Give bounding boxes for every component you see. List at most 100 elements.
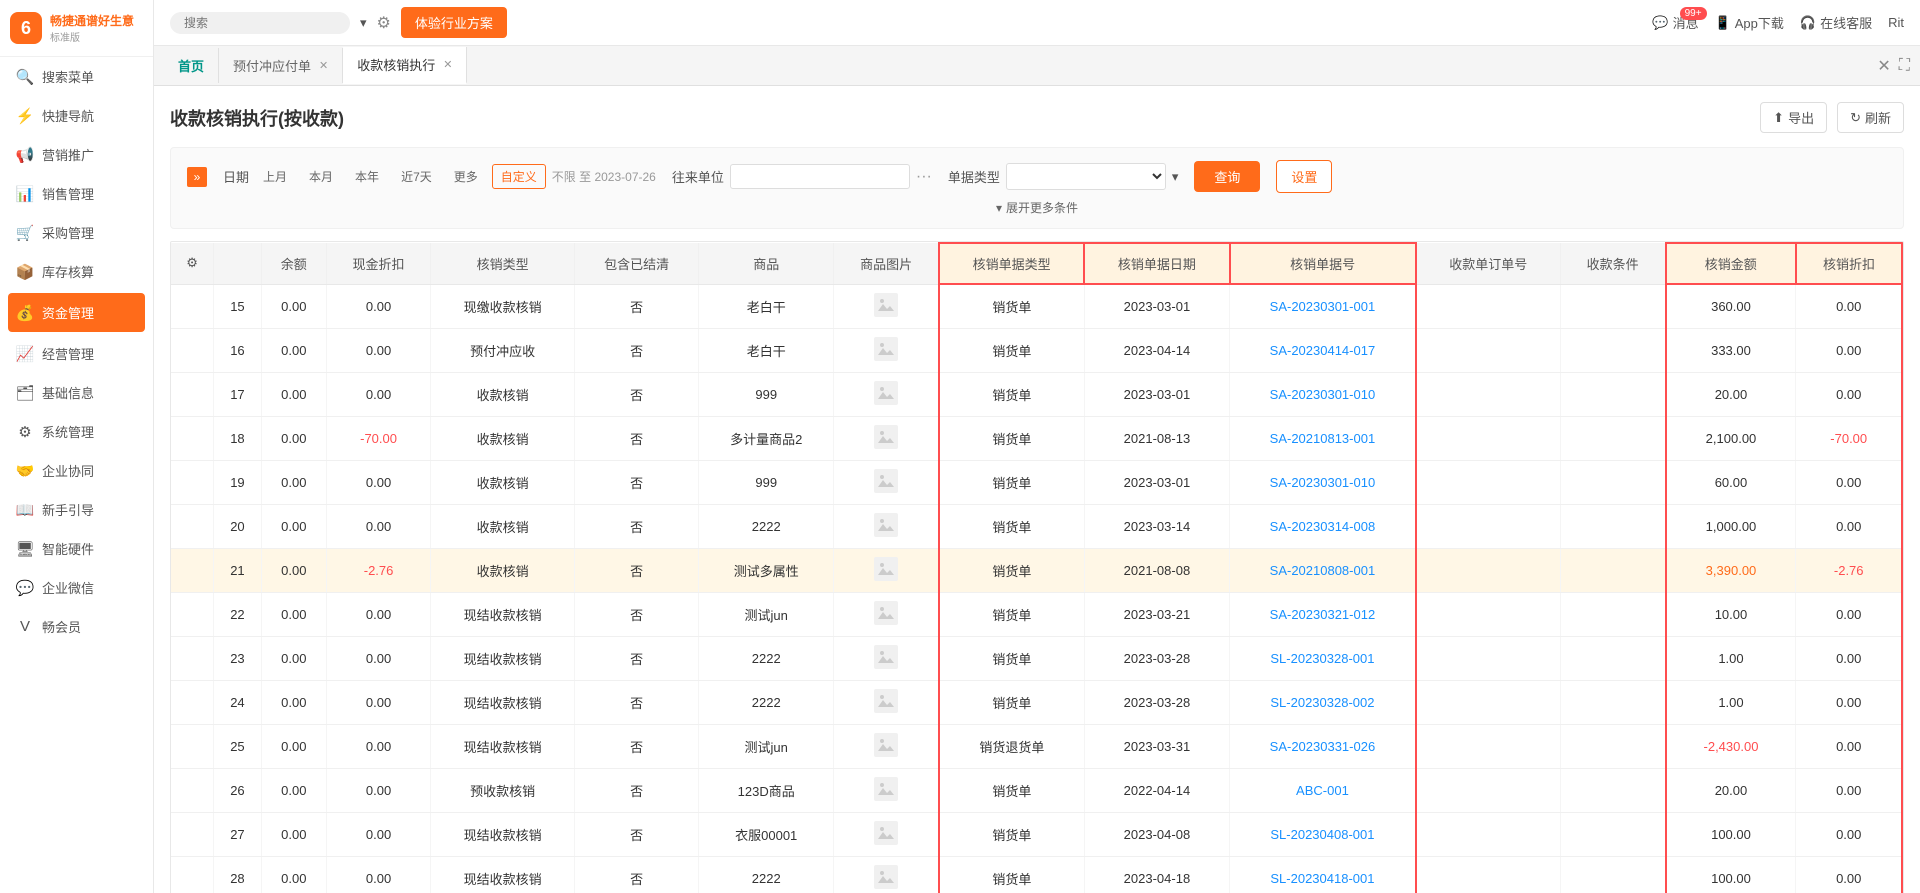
receipt-type-select[interactable] xyxy=(1006,163,1166,190)
td-wo-bill-no[interactable]: SA-20230321-012 xyxy=(1230,592,1416,636)
maximize-button[interactable]: ⛶ xyxy=(1899,56,1910,76)
sidebar-item-2[interactable]: 📢 营销推广 xyxy=(0,135,153,174)
tab-close-2[interactable]: ✕ xyxy=(443,58,452,71)
topbar-dropdown[interactable]: ▾ xyxy=(360,15,367,31)
tab-close-1[interactable]: ✕ xyxy=(319,59,328,72)
solution-button[interactable]: 体验行业方案 xyxy=(401,7,507,38)
td-setting[interactable] xyxy=(171,812,214,856)
td-wo-bill-no[interactable]: SL-20230408-001 xyxy=(1230,812,1416,856)
th-wo_bill_no: 核销单据号 xyxy=(1230,243,1416,284)
td-product: 测试jun xyxy=(699,724,834,768)
td-wo-bill-type: 销货单 xyxy=(939,372,1084,416)
tab-label-0: 首页 xyxy=(178,56,204,75)
td-wo-amount: 3,390.00 xyxy=(1666,548,1796,592)
expand-more-btn[interactable]: ▾ 展开更多条件 xyxy=(187,199,1887,216)
td-wo-bill-no[interactable]: SL-20230418-001 xyxy=(1230,856,1416,893)
td-receipt-order-no xyxy=(1416,504,1561,548)
tab-0[interactable]: 首页 xyxy=(164,48,219,83)
td-wo-bill-no[interactable]: SA-20210813-001 xyxy=(1230,416,1416,460)
td-wo-bill-no[interactable]: SA-20210808-001 xyxy=(1230,548,1416,592)
counterpart-input[interactable] xyxy=(730,164,910,189)
sidebar-item-13[interactable]: 💬企业微信 xyxy=(0,568,153,607)
td-receipt-order-no xyxy=(1416,680,1561,724)
td-write-off-type: 现结收款核销 xyxy=(431,636,575,680)
sidebar-item-14[interactable]: V畅会员 xyxy=(0,607,153,646)
sidebar-icon-1: ⚡ xyxy=(16,107,34,125)
sidebar-label-7: 经营管理 xyxy=(42,344,94,363)
td-wo-amount: 100.00 xyxy=(1666,812,1796,856)
logo-text: 畅捷通谱好生意 标准版 xyxy=(50,12,134,44)
td-wo-bill-no[interactable]: SA-20230301-001 xyxy=(1230,284,1416,328)
user-info[interactable]: Rit xyxy=(1888,15,1904,30)
close-window-button[interactable]: ✕ xyxy=(1877,56,1890,76)
td-wo-bill-no[interactable]: SA-20230414-017 xyxy=(1230,328,1416,372)
sidebar-item-0[interactable]: 🔍搜索菜单 xyxy=(0,57,153,96)
td-receipt-condition xyxy=(1560,328,1665,372)
td-setting[interactable] xyxy=(171,592,214,636)
td-setting[interactable] xyxy=(171,548,214,592)
td-seq: 16 xyxy=(214,328,262,372)
td-receipt-condition xyxy=(1560,504,1665,548)
sidebar-item-10[interactable]: 🤝企业协同 xyxy=(0,451,153,490)
sidebar-item-5[interactable]: 📦库存核算 xyxy=(0,252,153,291)
online-support-btn[interactable]: 🎧 在线客服 xyxy=(1800,13,1872,32)
td-wo-bill-no[interactable]: SA-20230301-010 xyxy=(1230,460,1416,504)
app-download-btn[interactable]: 📱 App下载 xyxy=(1715,13,1784,32)
filter-expand-button[interactable]: » xyxy=(187,167,207,187)
td-setting[interactable] xyxy=(171,416,214,460)
th-write_off_type: 核销类型 xyxy=(431,243,575,284)
sidebar-item-4[interactable]: 🛒采购管理 xyxy=(0,213,153,252)
sidebar-item-7[interactable]: 📈经营管理 xyxy=(0,334,153,373)
td-wo-bill-no[interactable]: SL-20230328-002 xyxy=(1230,680,1416,724)
td-setting[interactable] xyxy=(171,768,214,812)
sidebar-item-3[interactable]: 📊销售管理 xyxy=(0,174,153,213)
date-custom[interactable]: 自定义 xyxy=(492,164,546,189)
td-setting[interactable] xyxy=(171,372,214,416)
date-this-year[interactable]: 本年 xyxy=(347,165,387,188)
td-include-settled: 否 xyxy=(575,328,699,372)
td-cash-discount: 0.00 xyxy=(326,768,430,812)
td-setting[interactable] xyxy=(171,460,214,504)
sidebar-label-2: 营销推广 xyxy=(42,145,94,164)
sidebar-item-1[interactable]: ⚡快捷导航 xyxy=(0,96,153,135)
td-wo-bill-no[interactable]: SA-20230301-010 xyxy=(1230,372,1416,416)
tab-2[interactable]: 收款核销执行✕ xyxy=(343,47,467,84)
td-setting[interactable] xyxy=(171,504,214,548)
settings-button[interactable]: 设置 xyxy=(1276,160,1332,193)
td-setting[interactable] xyxy=(171,856,214,893)
date-more[interactable]: 更多 xyxy=(446,165,486,188)
td-wo-bill-no[interactable]: SA-20230331-026 xyxy=(1230,724,1416,768)
query-button[interactable]: 查询 xyxy=(1194,161,1260,192)
online-support-label: 在线客服 xyxy=(1820,13,1872,32)
refresh-button[interactable]: ↻ 刷新 xyxy=(1837,102,1904,133)
td-setting[interactable] xyxy=(171,328,214,372)
sidebar-item-9[interactable]: ⚙系统管理 xyxy=(0,412,153,451)
date-7-days[interactable]: 近7天 xyxy=(393,165,440,188)
tab-1[interactable]: 预付冲应付单✕ xyxy=(219,48,343,83)
td-include-settled: 否 xyxy=(575,636,699,680)
search-input[interactable] xyxy=(170,12,350,34)
td-wo-bill-no[interactable]: SL-20230328-001 xyxy=(1230,636,1416,680)
sidebar-item-6[interactable]: 💰资金管理 xyxy=(8,293,145,332)
sidebar-item-12[interactable]: 🖥智能硬件 xyxy=(0,529,153,568)
settings-icon[interactable]: ⚙ xyxy=(377,13,391,33)
sidebar-icon-2: 📢 xyxy=(16,146,34,164)
td-wo-bill-no[interactable]: ABC-001 xyxy=(1230,768,1416,812)
sidebar-item-11[interactable]: 📖新手引导 xyxy=(0,490,153,529)
td-setting[interactable] xyxy=(171,636,214,680)
td-setting[interactable] xyxy=(171,724,214,768)
td-include-settled: 否 xyxy=(575,460,699,504)
td-product-image xyxy=(834,856,939,893)
td-wo-bill-date: 2023-03-01 xyxy=(1084,284,1229,328)
messages-btn[interactable]: 💬 消息 99+ xyxy=(1652,13,1698,32)
td-setting[interactable] xyxy=(171,284,214,328)
export-button[interactable]: ⬆ 导出 xyxy=(1760,102,1827,133)
date-this-month[interactable]: 本月 xyxy=(301,165,341,188)
td-wo-bill-no[interactable]: SA-20230314-008 xyxy=(1230,504,1416,548)
sidebar-item-8[interactable]: 🗂基础信息 xyxy=(0,373,153,412)
td-product-image xyxy=(834,636,939,680)
td-setting[interactable] xyxy=(171,680,214,724)
td-wo-bill-date: 2023-04-08 xyxy=(1084,812,1229,856)
sidebar-label-11: 新手引导 xyxy=(42,500,94,519)
date-last-month[interactable]: 上月 xyxy=(255,165,295,188)
